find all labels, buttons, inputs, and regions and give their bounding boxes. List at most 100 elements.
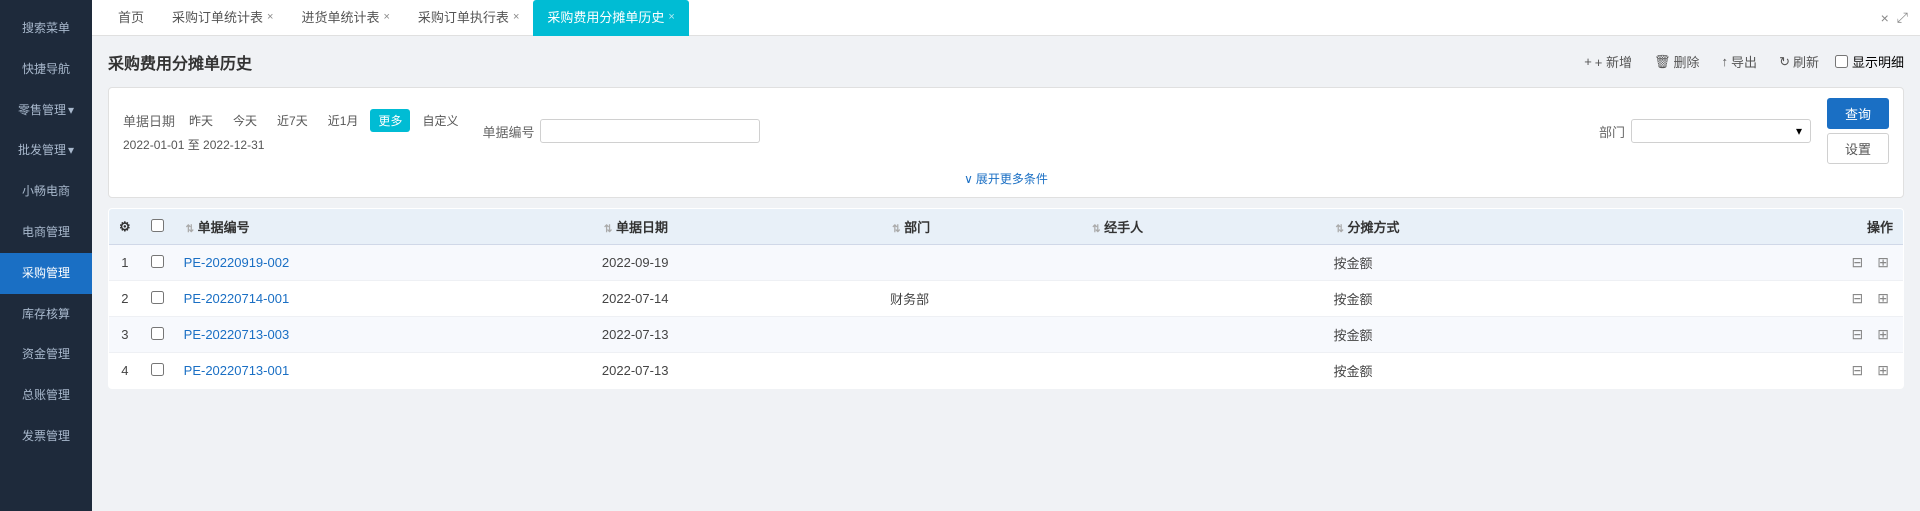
- query-setting-group: 查询 设置: [1827, 98, 1889, 164]
- sidebar: 搜索菜单 快捷导航 零售管理 ▾ 批发管理 ▾ 小畅电商 电商管理 采购管理 库…: [0, 0, 92, 511]
- tab-bar: 首页 采购订单统计表 × 进货单统计表 × 采购订单执行表 × 采购费用分摊单历…: [92, 0, 1920, 36]
- edit-icon[interactable]: ⊟: [1848, 324, 1868, 345]
- row-doc-no: PE-20220919-002: [174, 245, 592, 281]
- doc-no-link[interactable]: PE-20220919-002: [184, 255, 290, 270]
- delete-icon: 🗑: [1654, 54, 1671, 70]
- col-checkbox-header[interactable]: [141, 209, 174, 245]
- doc-no-label: 单据编号: [482, 122, 534, 141]
- sidebar-item-mobile[interactable]: 小畅电商: [0, 171, 92, 212]
- row-checkbox[interactable]: [141, 281, 174, 317]
- doc-no-filter-group: 单据编号: [482, 119, 1583, 143]
- sidebar-item-ledger[interactable]: 总账管理: [0, 375, 92, 416]
- sidebar-item-purchase[interactable]: 采购管理: [0, 253, 92, 294]
- col-date: ⇅ 单据日期: [592, 209, 880, 245]
- row-actions: ⊟ ⊞: [1824, 245, 1904, 281]
- tab-close-goods-receipt-stats[interactable]: ×: [383, 11, 389, 23]
- chevron-down-icon: ▾: [1796, 124, 1802, 138]
- row-actions: ⊟ ⊞: [1824, 281, 1904, 317]
- detail-icon[interactable]: ⊞: [1873, 252, 1893, 273]
- tab-goods-receipt-stats[interactable]: 进货单统计表 ×: [287, 0, 403, 36]
- edit-icon[interactable]: ⊟: [1848, 252, 1868, 273]
- sort-icon: ⇅: [1092, 224, 1100, 235]
- detail-icon[interactable]: ⊞: [1873, 360, 1893, 381]
- tab-close-purchase-order-stats[interactable]: ×: [267, 11, 273, 23]
- page-content: 采购费用分摊单历史 + + 新增 🗑 删除 ↑ 导出 ↻ 刷新: [92, 36, 1920, 511]
- dept-select[interactable]: ▾: [1631, 119, 1811, 143]
- row-dept: [880, 245, 1080, 281]
- sidebar-item-ecommerce[interactable]: 电商管理: [0, 212, 92, 253]
- export-icon: ↑: [1722, 54, 1729, 69]
- row-number: 2: [109, 281, 141, 317]
- edit-icon[interactable]: ⊟: [1848, 288, 1868, 309]
- detail-icon[interactable]: ⊞: [1873, 288, 1893, 309]
- date-label: 单据日期: [123, 111, 175, 130]
- date-btn-more[interactable]: 更多: [370, 109, 410, 132]
- date-btn-7days[interactable]: 近7天: [269, 109, 316, 132]
- tab-purchase-cost-history[interactable]: 采购费用分摊单历史 ×: [533, 0, 688, 36]
- row-method: 按金额: [1324, 281, 1824, 317]
- date-shortcuts-row: 单据日期 昨天 今天 近7天 近1月 更多 自定义: [123, 109, 466, 132]
- expand-more-button[interactable]: ∨ 展开更多条件: [123, 170, 1889, 187]
- row-actions: ⊟ ⊞: [1824, 317, 1904, 353]
- date-btn-yesterday[interactable]: 昨天: [181, 109, 221, 132]
- table-row: 2 PE-20220714-001 2022-07-14 财务部 按金额 ⊟ ⊞: [109, 281, 1904, 317]
- tab-close-purchase-order-exec[interactable]: ×: [513, 11, 519, 23]
- delete-button[interactable]: 🗑 删除: [1648, 48, 1706, 75]
- tab-purchase-order-exec[interactable]: 采购订单执行表 ×: [404, 0, 533, 36]
- setting-button[interactable]: 设置: [1827, 133, 1889, 164]
- maximize-icon[interactable]: ⤢: [1897, 9, 1908, 26]
- row-number: 1: [109, 245, 141, 281]
- select-all-checkbox[interactable]: [151, 219, 164, 232]
- row-checkbox[interactable]: [141, 245, 174, 281]
- sidebar-item-finance[interactable]: 资金管理: [0, 334, 92, 375]
- export-button[interactable]: ↑ 导出: [1716, 48, 1764, 75]
- show-details-checkbox[interactable]: [1835, 55, 1848, 68]
- table-row: 4 PE-20220713-001 2022-07-13 按金额 ⊟ ⊞: [109, 353, 1904, 389]
- sort-icon: ⇅: [186, 224, 194, 235]
- sort-icon: ⇅: [892, 224, 900, 235]
- sort-icon: ⇅: [1336, 224, 1344, 235]
- table-row: 3 PE-20220713-003 2022-07-13 按金额 ⊟ ⊞: [109, 317, 1904, 353]
- col-method: ⇅ 分摊方式: [1324, 209, 1824, 245]
- sidebar-item-search[interactable]: 搜索菜单: [0, 8, 92, 49]
- sidebar-item-inventory[interactable]: 库存核算: [0, 294, 92, 335]
- refresh-button[interactable]: ↻ 刷新: [1773, 48, 1825, 75]
- tab-close-purchase-cost-history[interactable]: ×: [668, 11, 674, 23]
- sidebar-item-invoice[interactable]: 发票管理: [0, 416, 92, 457]
- edit-icon[interactable]: ⊟: [1848, 360, 1868, 381]
- row-doc-no: PE-20220713-003: [174, 317, 592, 353]
- date-btn-today[interactable]: 今天: [225, 109, 265, 132]
- chevron-down-icon: ∨: [964, 172, 973, 186]
- date-range-display: 2022-01-01 至 2022-12-31: [123, 136, 466, 153]
- row-checkbox[interactable]: [141, 317, 174, 353]
- query-button[interactable]: 查询: [1827, 98, 1889, 129]
- table-row: 1 PE-20220919-002 2022-09-19 按金额 ⊟ ⊞: [109, 245, 1904, 281]
- doc-no-link[interactable]: PE-20220713-001: [184, 363, 290, 378]
- row-number: 3: [109, 317, 141, 353]
- col-settings-header[interactable]: ⚙: [109, 209, 141, 245]
- doc-no-link[interactable]: PE-20220714-001: [184, 291, 290, 306]
- chevron-down-icon: ▾: [68, 102, 74, 119]
- detail-icon[interactable]: ⊞: [1873, 324, 1893, 345]
- row-checkbox[interactable]: [141, 353, 174, 389]
- show-details-checkbox-label[interactable]: 显示明细: [1835, 52, 1904, 71]
- sidebar-item-retail[interactable]: 零售管理 ▾: [0, 90, 92, 131]
- row-method: 按金额: [1324, 317, 1824, 353]
- add-button[interactable]: + + 新增: [1578, 48, 1638, 75]
- row-date: 2022-09-19: [592, 245, 880, 281]
- date-btn-1month[interactable]: 近1月: [320, 109, 367, 132]
- row-actions: ⊟ ⊞: [1824, 353, 1904, 389]
- row-date: 2022-07-13: [592, 353, 880, 389]
- doc-no-link[interactable]: PE-20220713-003: [184, 327, 290, 342]
- row-handler: [1080, 245, 1323, 281]
- page-title: 采购费用分摊单历史: [108, 50, 252, 74]
- sidebar-item-quick-nav[interactable]: 快捷导航: [0, 49, 92, 90]
- tab-purchase-order-stats[interactable]: 采购订单统计表 ×: [158, 0, 287, 36]
- settings-icon: ⚙: [119, 219, 131, 234]
- date-btn-custom[interactable]: 自定义: [414, 109, 466, 132]
- filter-row: 单据日期 昨天 今天 近7天 近1月 更多 自定义 2022-01-01 至 2…: [123, 98, 1889, 164]
- doc-no-input[interactable]: [540, 119, 760, 143]
- tab-home[interactable]: 首页: [104, 0, 158, 36]
- close-window-icon[interactable]: ×: [1881, 10, 1889, 26]
- sidebar-item-wholesale[interactable]: 批发管理 ▾: [0, 130, 92, 171]
